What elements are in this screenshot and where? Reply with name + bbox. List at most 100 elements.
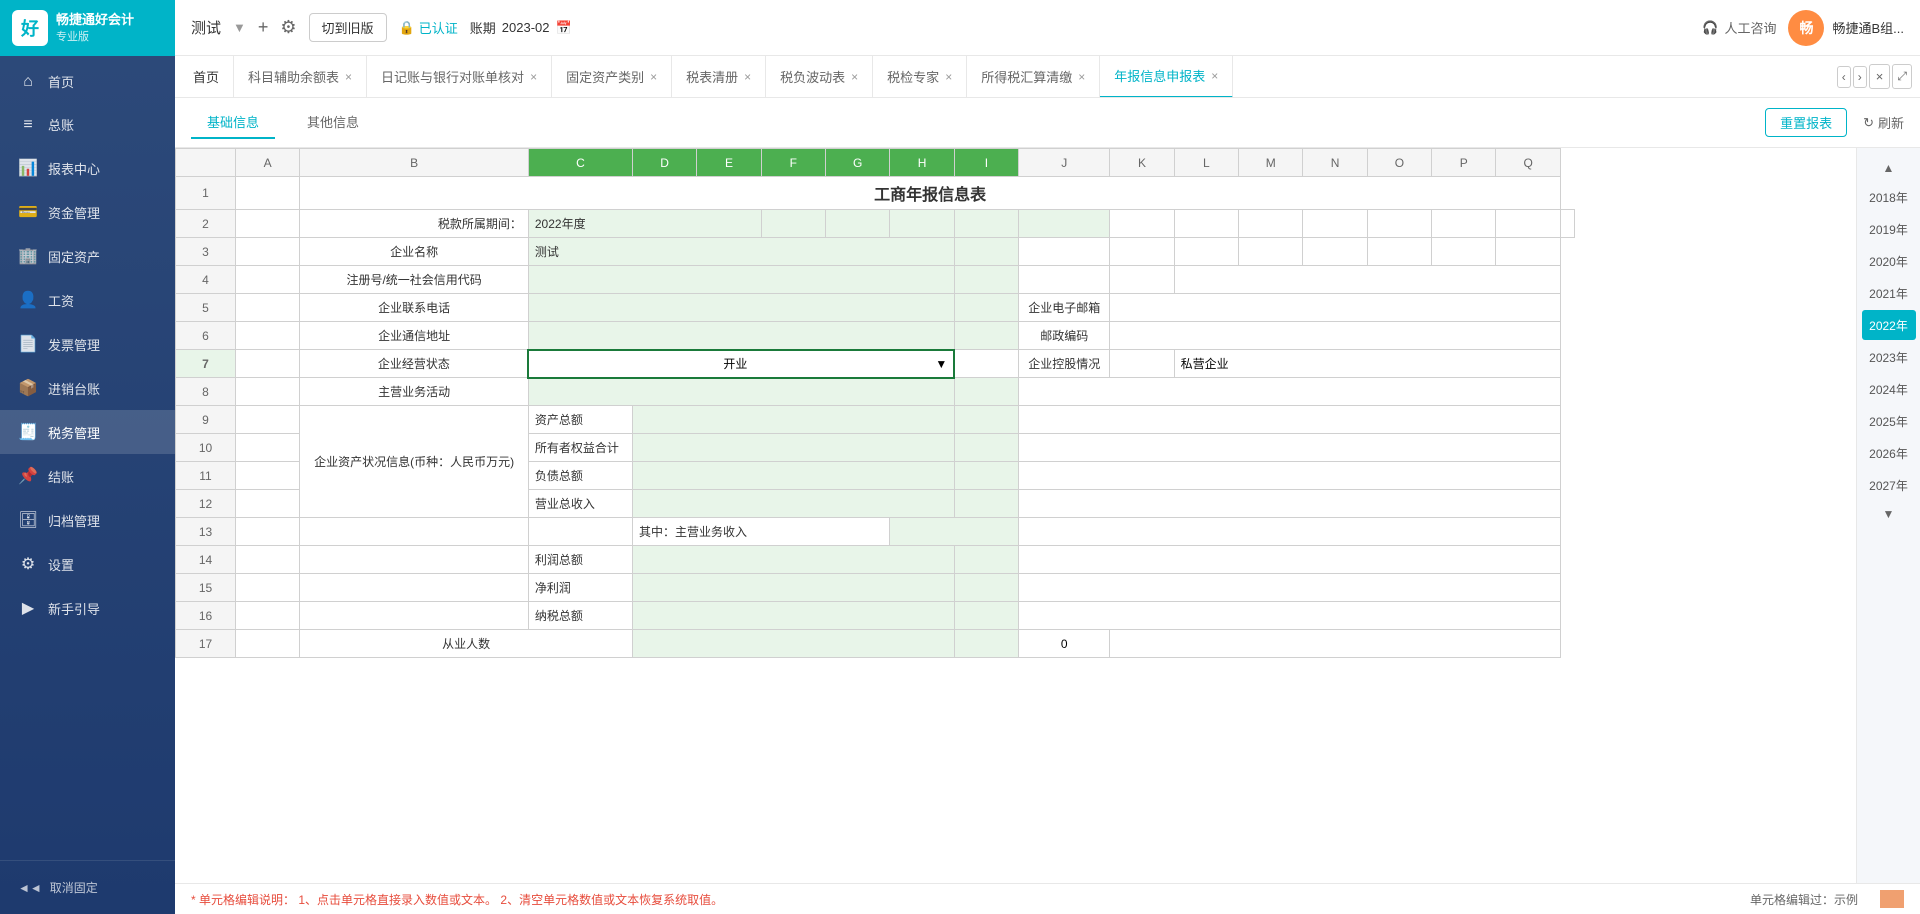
cell-12i[interactable] bbox=[954, 490, 1018, 518]
cell-1a[interactable] bbox=[236, 177, 300, 210]
cell-16a[interactable] bbox=[236, 602, 300, 630]
cell-2i[interactable] bbox=[1019, 210, 1110, 238]
cell-2g[interactable] bbox=[890, 210, 954, 238]
tab-annual-report-close[interactable]: × bbox=[1211, 69, 1218, 83]
sidebar-item-reports[interactable]: 📊 报表中心 bbox=[0, 146, 175, 190]
col-header-h[interactable]: H bbox=[890, 149, 954, 177]
sidebar-item-wages[interactable]: 👤 工资 bbox=[0, 278, 175, 322]
cell-15d[interactable] bbox=[632, 574, 954, 602]
cell-6c[interactable] bbox=[528, 322, 954, 350]
cell-4j[interactable] bbox=[1019, 266, 1110, 294]
cell-2a[interactable] bbox=[236, 210, 300, 238]
sidebar-item-settings[interactable]: ⚙ 设置 bbox=[0, 542, 175, 586]
tab-aux[interactable]: 科目辅助余额表 × bbox=[234, 56, 367, 98]
add-button[interactable]: + bbox=[258, 17, 269, 38]
cell-6i[interactable] bbox=[954, 322, 1018, 350]
cell-10d[interactable] bbox=[632, 434, 954, 462]
cell-16b[interactable] bbox=[300, 602, 529, 630]
col-header-j[interactable]: J bbox=[1019, 149, 1110, 177]
col-header-o[interactable]: O bbox=[1367, 149, 1431, 177]
year-2019[interactable]: 2019年 bbox=[1862, 214, 1916, 244]
reset-button[interactable]: 重置报表 bbox=[1765, 108, 1847, 137]
tab-income-tax[interactable]: 所得税汇算清缴 × bbox=[967, 56, 1100, 98]
cell-2m[interactable] bbox=[1303, 210, 1367, 238]
cell-4l[interactable] bbox=[1174, 266, 1560, 294]
cell-4i[interactable] bbox=[954, 266, 1018, 294]
sidebar-item-home[interactable]: ⌂ 首页 bbox=[0, 60, 175, 103]
cell-10j[interactable] bbox=[1019, 434, 1561, 462]
cell-3l[interactable] bbox=[1174, 238, 1238, 266]
sidebar-item-funds[interactable]: 💳 资金管理 bbox=[0, 190, 175, 234]
cell-14a[interactable] bbox=[236, 546, 300, 574]
cell-14i[interactable] bbox=[954, 546, 1018, 574]
cell-9i[interactable] bbox=[954, 406, 1018, 434]
cell-3p[interactable] bbox=[1432, 238, 1496, 266]
cell-3c[interactable]: 测试 bbox=[528, 238, 954, 266]
cell-15i[interactable] bbox=[954, 574, 1018, 602]
cell-3i[interactable] bbox=[954, 238, 1018, 266]
cell-6k[interactable] bbox=[1110, 322, 1561, 350]
year-2024[interactable]: 2024年 bbox=[1862, 374, 1916, 404]
dropdown-icon[interactable]: ▼ bbox=[233, 20, 246, 35]
cell-11d[interactable] bbox=[632, 462, 954, 490]
cell-16i[interactable] bbox=[954, 602, 1018, 630]
cell-14b[interactable] bbox=[300, 546, 529, 574]
cell-2l[interactable] bbox=[1239, 210, 1303, 238]
cell-17a[interactable] bbox=[236, 630, 300, 658]
cell-10i[interactable] bbox=[954, 434, 1018, 462]
tab-close-all-button[interactable]: × bbox=[1869, 64, 1891, 89]
cell-2f[interactable] bbox=[826, 210, 890, 238]
cell-8c[interactable] bbox=[528, 378, 954, 406]
tab-tax-list-close[interactable]: × bbox=[744, 70, 751, 84]
col-header-g[interactable]: G bbox=[826, 149, 890, 177]
year-2021[interactable]: 2021年 bbox=[1862, 278, 1916, 308]
cell-2k[interactable] bbox=[1174, 210, 1238, 238]
sidebar-item-assets[interactable]: 🏢 固定资产 bbox=[0, 234, 175, 278]
spreadsheet-scroll[interactable]: A B C D E F G H I J K L bbox=[175, 148, 1856, 883]
cell-8i[interactable] bbox=[954, 378, 1018, 406]
cell-13a[interactable] bbox=[236, 518, 300, 546]
sidebar-item-invoices[interactable]: 📄 发票管理 bbox=[0, 322, 175, 366]
cell-9b[interactable]: 企业资产状况信息(币种：人民币万元) bbox=[300, 406, 529, 518]
col-header-l[interactable]: L bbox=[1174, 149, 1238, 177]
col-header-q[interactable]: Q bbox=[1496, 149, 1560, 177]
col-header-c[interactable]: C bbox=[528, 149, 632, 177]
cell-3n[interactable] bbox=[1303, 238, 1367, 266]
cell-12a[interactable] bbox=[236, 490, 300, 518]
tab-tax-wave-close[interactable]: × bbox=[851, 70, 858, 84]
sidebar-item-closing[interactable]: 📌 结账 bbox=[0, 454, 175, 498]
tab-next-button[interactable]: › bbox=[1853, 66, 1867, 88]
cell-2e[interactable] bbox=[761, 210, 825, 238]
cell-8j[interactable] bbox=[1019, 378, 1561, 406]
tab-journal-close[interactable]: × bbox=[530, 70, 537, 84]
col-header-d[interactable]: D bbox=[632, 149, 696, 177]
year-2020[interactable]: 2020年 bbox=[1862, 246, 1916, 276]
cell-2h[interactable] bbox=[954, 210, 1018, 238]
cell-3k[interactable] bbox=[1110, 238, 1174, 266]
col-header-m[interactable]: M bbox=[1239, 149, 1303, 177]
unpin-button[interactable]: ◄◄ 取消固定 bbox=[0, 869, 175, 906]
cell-9a[interactable] bbox=[236, 406, 300, 434]
cell-3o[interactable] bbox=[1367, 238, 1431, 266]
tab-journal[interactable]: 日记账与银行对账单核对 × bbox=[367, 56, 552, 98]
cell-17d[interactable] bbox=[632, 630, 954, 658]
cell-16j[interactable] bbox=[1019, 602, 1561, 630]
tab-tax-check[interactable]: 税检专家 × bbox=[873, 56, 967, 98]
cell-10a[interactable] bbox=[236, 434, 300, 462]
sidebar-item-guide[interactable]: ▶ 新手引导 bbox=[0, 586, 175, 630]
cell-17i[interactable] bbox=[954, 630, 1018, 658]
cell-4a[interactable] bbox=[236, 266, 300, 294]
cell-4c[interactable] bbox=[528, 266, 954, 294]
cell-3a[interactable] bbox=[236, 238, 300, 266]
year-2026[interactable]: 2026年 bbox=[1862, 438, 1916, 468]
tab-fixed[interactable]: 固定资产类别 × bbox=[552, 56, 672, 98]
cell-15j[interactable] bbox=[1019, 574, 1561, 602]
tab-prev-button[interactable]: ‹ bbox=[1837, 66, 1851, 88]
tab-income-tax-close[interactable]: × bbox=[1078, 70, 1085, 84]
cell-7a[interactable] bbox=[236, 350, 300, 378]
cell-5k[interactable] bbox=[1110, 294, 1561, 322]
sidebar-item-purchases[interactable]: 📦 进销台账 bbox=[0, 366, 175, 410]
cell-2o[interactable] bbox=[1432, 210, 1496, 238]
cell-3j[interactable] bbox=[1019, 238, 1110, 266]
col-header-n[interactable]: N bbox=[1303, 149, 1367, 177]
